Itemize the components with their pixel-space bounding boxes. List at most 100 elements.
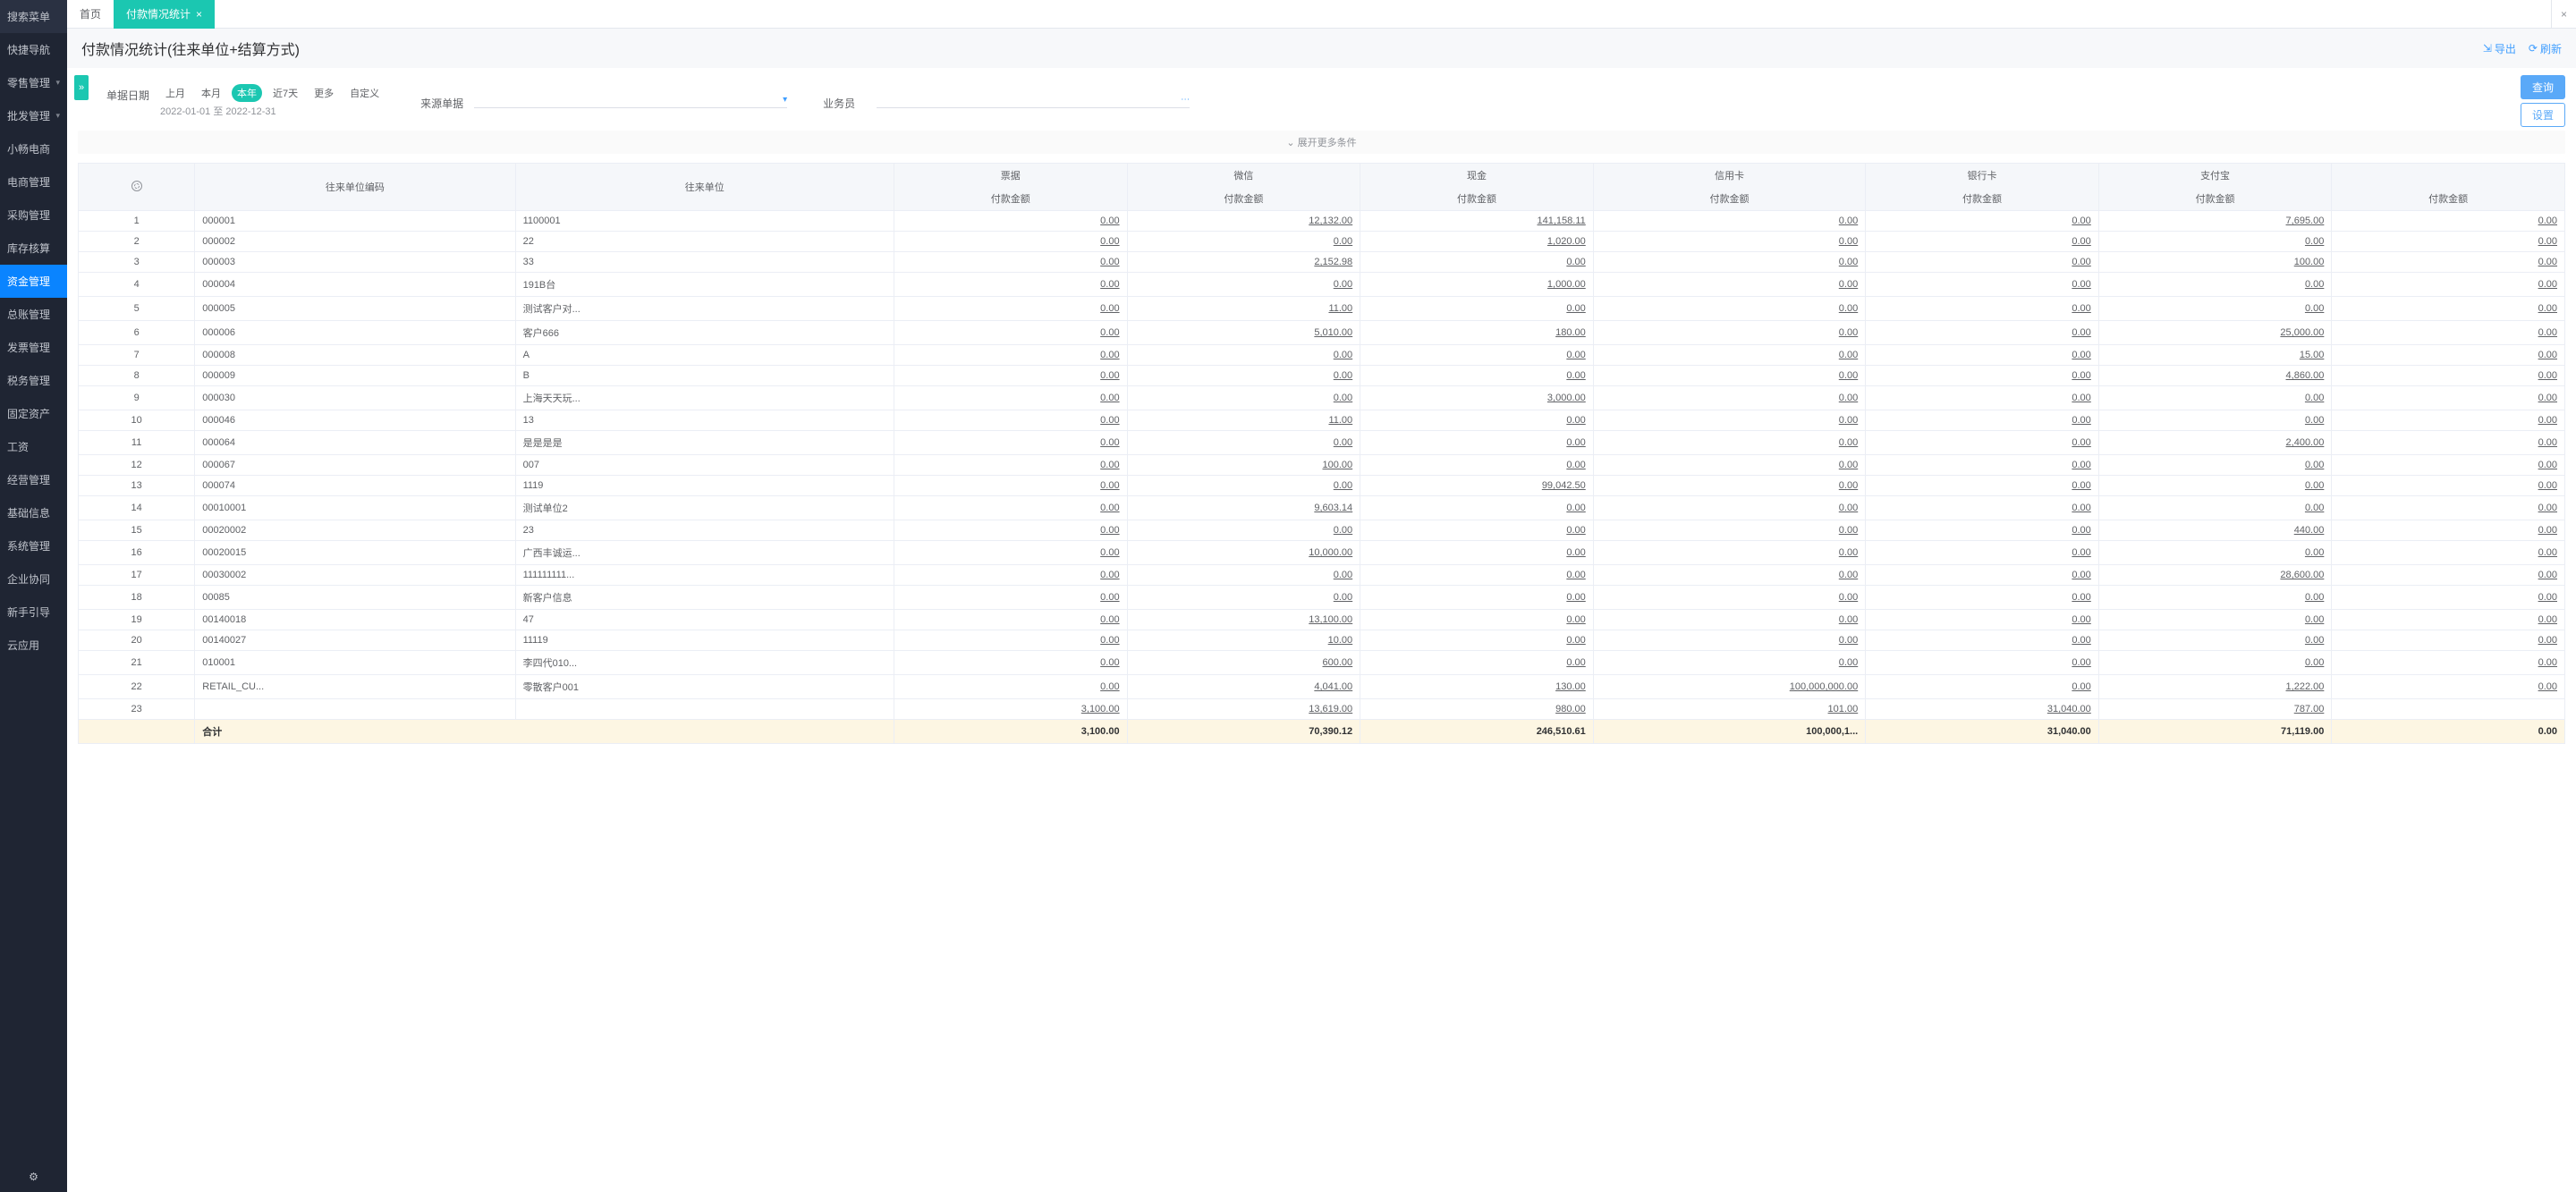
cell-amount[interactable]: 0.00 (1866, 321, 2099, 345)
cell-amount[interactable]: 0.00 (1866, 232, 2099, 252)
cell-amount[interactable]: 0.00 (1866, 211, 2099, 232)
col-group[interactable]: 现金 (1360, 164, 1594, 188)
cell-amount[interactable]: 0.00 (1593, 651, 1865, 675)
cell-amount[interactable]: 0.00 (1127, 586, 1360, 610)
cell-amount[interactable]: 0.00 (2332, 541, 2565, 565)
cell-amount[interactable]: 0.00 (1593, 273, 1865, 297)
cell-amount[interactable]: 0.00 (894, 345, 1128, 366)
table-row[interactable]: 120000670070.00100.000.000.000.000.000.0… (79, 455, 2565, 476)
table-row[interactable]: 100000111000010.0012,132.00141,158.110.0… (79, 211, 2565, 232)
cell-amount[interactable]: 0.00 (1360, 586, 1594, 610)
cell-amount[interactable]: 1,000.00 (1360, 273, 1594, 297)
sidebar-item[interactable]: 批发管理▾ (0, 99, 67, 132)
sidebar-item[interactable]: 库存核算 (0, 232, 67, 265)
cell-amount[interactable]: 0.00 (1360, 520, 1594, 541)
col-group[interactable]: 票据 (894, 164, 1128, 188)
cell-amount[interactable]: 0.00 (894, 610, 1128, 630)
cell-amount[interactable]: 0.00 (894, 232, 1128, 252)
sidebar-item[interactable]: 税务管理 (0, 364, 67, 397)
query-button[interactable]: 查询 (2521, 75, 2565, 99)
cell-amount[interactable]: 0.00 (894, 321, 1128, 345)
cell-amount[interactable]: 0.00 (2332, 496, 2565, 520)
cell-amount[interactable]: 9,603.14 (1127, 496, 1360, 520)
cell-amount[interactable]: 99,042.50 (1360, 476, 1594, 496)
cell-amount[interactable]: 0.00 (894, 651, 1128, 675)
cell-amount[interactable]: 0.00 (2098, 586, 2332, 610)
cell-amount[interactable]: 0.00 (1593, 541, 1865, 565)
cell-amount[interactable]: 0.00 (1866, 386, 2099, 410)
cell-amount[interactable]: 0.00 (2098, 232, 2332, 252)
cell-amount[interactable]: 0.00 (1593, 345, 1865, 366)
sidebar-item[interactable]: 采购管理 (0, 199, 67, 232)
cell-amount[interactable]: 0.00 (2332, 386, 2565, 410)
cell-amount[interactable]: 0.00 (1866, 630, 2099, 651)
cell-amount[interactable]: 0.00 (1127, 345, 1360, 366)
source-select[interactable]: ▾ (474, 92, 787, 108)
cell-amount[interactable]: 0.00 (1360, 630, 1594, 651)
cell-amount[interactable]: 980.00 (1360, 699, 1594, 720)
table-row[interactable]: 1300007411190.000.0099,042.500.000.000.0… (79, 476, 2565, 496)
sidebar-item[interactable]: 快捷导航 (0, 33, 67, 66)
cell-amount[interactable]: 0.00 (2332, 455, 2565, 476)
col-sub[interactable]: 付款金额 (1127, 187, 1360, 211)
date-pill[interactable]: 本年 (232, 84, 262, 102)
cell-amount[interactable]: 5,010.00 (1127, 321, 1360, 345)
cell-amount[interactable]: 0.00 (1360, 410, 1594, 431)
cell-amount[interactable]: 0.00 (1127, 273, 1360, 297)
cell-amount[interactable]: 0.00 (894, 366, 1128, 386)
cell-amount[interactable]: 12,132.00 (1127, 211, 1360, 232)
cell-amount[interactable]: 0.00 (2098, 496, 2332, 520)
cell-amount[interactable]: 0.00 (2332, 232, 2565, 252)
cell-amount[interactable]: 0.00 (2332, 366, 2565, 386)
cell-amount[interactable]: 3,000.00 (1360, 386, 1594, 410)
sidebar-item[interactable]: 总账管理 (0, 298, 67, 331)
cell-amount[interactable]: 0.00 (1593, 455, 1865, 476)
cell-amount[interactable]: 0.00 (1127, 232, 1360, 252)
cell-amount[interactable]: 0.00 (894, 211, 1128, 232)
cell-amount[interactable]: 0.00 (1593, 321, 1865, 345)
cell-amount[interactable]: 0.00 (1127, 366, 1360, 386)
sidebar-item[interactable]: 企业协同 (0, 562, 67, 596)
export-button[interactable]: ⇲ 导出 (2483, 41, 2516, 56)
cell-amount[interactable]: 0.00 (1360, 366, 1594, 386)
cell-amount[interactable]: 0.00 (2332, 651, 2565, 675)
col-sub[interactable]: 付款金额 (1593, 187, 1865, 211)
cell-amount[interactable]: 0.00 (2332, 345, 2565, 366)
cell-amount[interactable]: 0.00 (2098, 651, 2332, 675)
cell-amount[interactable]: 0.00 (2098, 297, 2332, 321)
refresh-button[interactable]: ⟳ 刷新 (2529, 41, 2562, 56)
cell-amount[interactable]: 0.00 (1593, 496, 1865, 520)
table-row[interactable]: 9000030上海天天玩...0.000.003,000.000.000.000… (79, 386, 2565, 410)
sidebar-settings[interactable]: ⚙ (0, 1162, 67, 1192)
sidebar-item[interactable]: 搜索菜单 (0, 0, 67, 33)
cell-amount[interactable]: 0.00 (894, 630, 1128, 651)
cell-amount[interactable]: 0.00 (2332, 410, 2565, 431)
cell-amount[interactable]: 0.00 (1360, 252, 1594, 273)
table-row[interactable]: 1800085新客户信息0.000.000.000.000.000.000.00 (79, 586, 2565, 610)
cell-amount[interactable]: 0.00 (894, 541, 1128, 565)
cell-amount[interactable]: 440.00 (2098, 520, 2332, 541)
cell-amount[interactable]: 0.00 (1593, 366, 1865, 386)
cell-amount[interactable]: 0.00 (2332, 675, 2565, 699)
tab-home[interactable]: 首页 (67, 0, 114, 29)
col-code[interactable]: 往来单位编码 (195, 164, 515, 211)
cell-amount[interactable]: 15.00 (2098, 345, 2332, 366)
cell-amount[interactable]: 0.00 (1593, 252, 1865, 273)
col-name[interactable]: 往来单位 (515, 164, 894, 211)
clerk-select[interactable]: ⋯ (877, 92, 1190, 108)
table-row[interactable]: 1400010001测试单位20.009,603.140.000.000.000… (79, 496, 2565, 520)
table-row[interactable]: 1500020002230.000.000.000.000.00440.000.… (79, 520, 2565, 541)
cell-amount[interactable]: 0.00 (1593, 586, 1865, 610)
sidebar-item[interactable]: 系统管理 (0, 529, 67, 562)
cell-amount[interactable]: 11.00 (1127, 410, 1360, 431)
cell-amount[interactable]: 0.00 (1866, 345, 2099, 366)
cell-amount[interactable]: 0.00 (2332, 273, 2565, 297)
cell-amount[interactable]: 0.00 (1866, 431, 2099, 455)
cell-amount[interactable]: 0.00 (2098, 386, 2332, 410)
cell-amount[interactable]: 0.00 (1866, 651, 2099, 675)
cell-amount[interactable]: 0.00 (1866, 586, 2099, 610)
cell-amount[interactable]: 600.00 (1127, 651, 1360, 675)
cell-amount[interactable]: 180.00 (1360, 321, 1594, 345)
cell-amount[interactable]: 0.00 (1127, 431, 1360, 455)
cell-amount[interactable]: 0.00 (1360, 496, 1594, 520)
